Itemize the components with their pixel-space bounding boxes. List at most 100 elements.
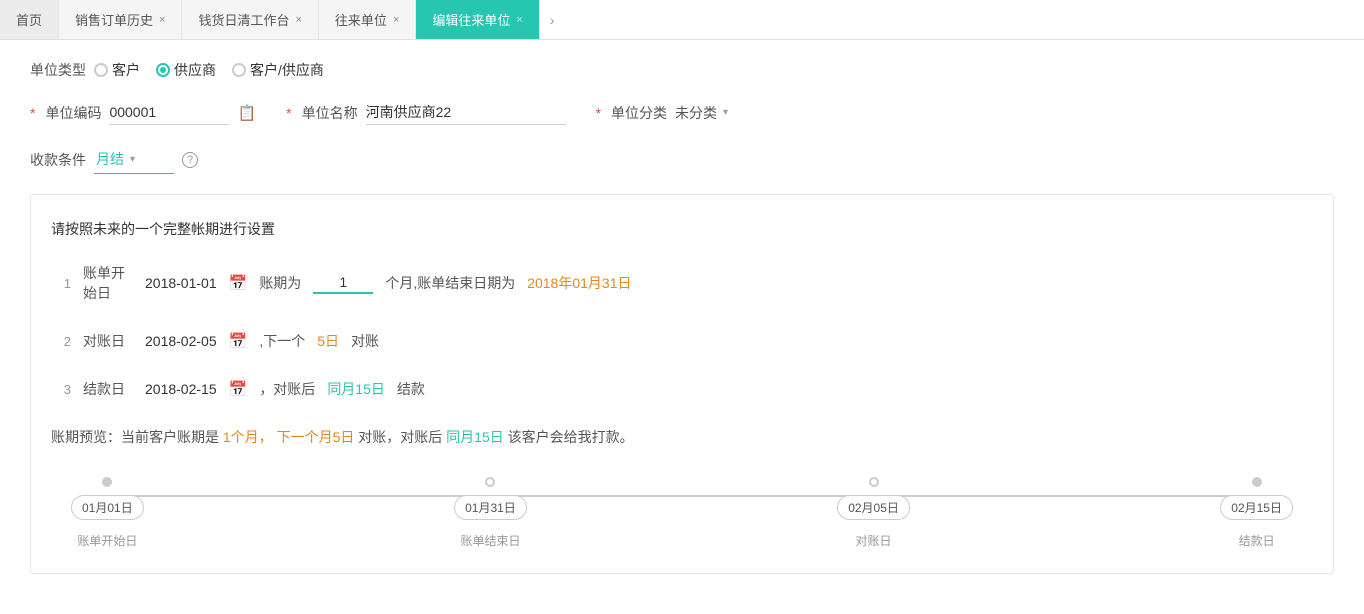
required-star-code: *: [30, 105, 35, 121]
preview-reconcile-prefix: 下一个月5日: [277, 429, 355, 445]
timeline-badge-2: 01月31日: [454, 495, 527, 520]
unit-name-label: 单位名称: [302, 103, 358, 123]
unit-classify-group: * 单位分类 未分类 ▾: [596, 103, 795, 123]
timeline-point-3: 02月05日 对账日: [837, 477, 910, 549]
main-content: 单位类型 客户 供应商 客户/供应商 * 单位编码: [0, 40, 1364, 614]
close-tab-3[interactable]: ×: [393, 14, 399, 26]
preview-mid: 对账，对账后: [358, 429, 442, 445]
timeline-dot-1: [102, 477, 112, 487]
reconcile-desc-suffix: 对账: [351, 331, 379, 351]
timeline-dot-2: [485, 477, 495, 487]
unit-classify-select[interactable]: 未分类 ▾: [675, 103, 795, 123]
required-star-name: *: [286, 105, 291, 121]
timeline-badge-1: 01月01日: [71, 495, 144, 520]
tab-edit-partner[interactable]: 编辑往来单位 ×: [416, 0, 539, 39]
unit-classify-label: 单位分类: [611, 103, 667, 123]
unit-type-label: 单位类型: [30, 60, 86, 80]
tab-partners[interactable]: 往来单位 ×: [319, 0, 416, 39]
preview-prefix: 账期预览：当前客户账期是: [51, 429, 219, 445]
reconcile-date-calendar-icon[interactable]: 📅: [229, 332, 248, 350]
unit-code-icon[interactable]: 📋: [237, 104, 256, 122]
tab-home[interactable]: 首页: [0, 0, 59, 39]
timeline-label-2: 账单结束日: [460, 532, 520, 549]
timeline-wrapper: 01月01日 账单开始日 01月31日 账单结束日 02月05日 对账日: [51, 477, 1313, 549]
period-input[interactable]: [313, 272, 373, 294]
radio-group-unit-type: 客户 供应商 客户/供应商: [94, 60, 324, 80]
timeline-label-4: 结款日: [1239, 532, 1275, 549]
timeline-label-1: 账单开始日: [77, 532, 137, 549]
timeline-point-4: 02月15日 结款日: [1220, 477, 1293, 549]
radio-customer[interactable]: 客户: [94, 60, 140, 80]
timeline-label-3: 对账日: [856, 532, 892, 549]
preview-text: 账期预览：当前客户账期是 1个月， 下一个月5日 对账，对账后 同月15日 该客…: [51, 427, 1313, 447]
radio-supplier-label: 供应商: [174, 60, 216, 80]
radio-circle-supplier: [156, 63, 170, 77]
timeline-point-1: 01月01日 账单开始日: [71, 477, 144, 549]
radio-supplier[interactable]: 供应商: [156, 60, 216, 80]
radio-customer-label: 客户: [112, 60, 140, 80]
row-type-payment: 结款日: [83, 379, 133, 399]
payment-terms-value: 月结: [96, 149, 124, 169]
radio-both[interactable]: 客户/供应商: [232, 60, 324, 80]
unit-type-row: 单位类型 客户 供应商 客户/供应商: [30, 60, 1334, 80]
row-num-3: 3: [51, 382, 71, 397]
payment-terms-row: 收款条件 月结 ▾ ?: [30, 145, 1334, 174]
tab-cash-workbench[interactable]: 钱货日清工作台 ×: [182, 0, 318, 39]
unit-code-input[interactable]: [109, 100, 229, 125]
timeline-dot-3: [869, 477, 879, 487]
radio-circle-both: [232, 63, 246, 77]
timeline-point-2: 01月31日 账单结束日: [454, 477, 527, 549]
unit-code-group: * 单位编码 📋: [30, 100, 256, 125]
reconcile-desc-prefix: ,下一个: [259, 331, 305, 351]
preview-suffix: 该客户会给我打款。: [508, 429, 634, 445]
period-end-date: 2018年01月31日: [527, 273, 631, 293]
reconcile-date-value: 2018-02-05: [145, 333, 217, 349]
period-for-label: 账期为: [259, 273, 301, 293]
start-date-value: 2018-01-01: [145, 275, 217, 291]
unit-classify-value: 未分类: [675, 103, 717, 123]
preview-payment: 同月15日: [446, 429, 504, 445]
payment-date-value: 2018-02-15: [145, 381, 217, 397]
radio-circle-customer: [94, 63, 108, 77]
unit-name-input[interactable]: [366, 100, 566, 125]
row-type-reconcile: 对账日: [83, 331, 133, 351]
unit-type-group: 单位类型 客户 供应商 客户/供应商: [30, 60, 324, 80]
reconcile-desc-highlight: 5日: [317, 331, 339, 351]
radio-both-label: 客户/供应商: [250, 60, 324, 80]
payment-desc-highlight: 同月15日: [327, 379, 385, 399]
question-icon[interactable]: ?: [182, 152, 198, 168]
close-tab-2[interactable]: ×: [295, 14, 301, 26]
payment-terms-select[interactable]: 月结 ▾: [94, 145, 174, 174]
tab-scroll-right[interactable]: ›: [540, 0, 565, 39]
settings-card: 请按照未来的一个完整帐期进行设置 1 账单开始日 2018-01-01 📅 账期…: [30, 194, 1334, 574]
payment-desc-suffix: 结款: [397, 379, 425, 399]
tab-sales-history[interactable]: 销售订单历史 ×: [59, 0, 182, 39]
timeline-badge-3: 02月05日: [837, 495, 910, 520]
payment-date-calendar-icon[interactable]: 📅: [229, 380, 248, 398]
payment-terms-group: 收款条件 月结 ▾ ?: [30, 145, 198, 174]
setting-row-1: 1 账单开始日 2018-01-01 📅 账期为 个月,账单结束日期为 2018…: [51, 263, 1313, 303]
row-type-start: 账单开始日: [83, 263, 133, 303]
tab-bar: 首页 销售订单历史 × 钱货日清工作台 × 往来单位 × 编辑往来单位 × ›: [0, 0, 1364, 40]
timeline-dots: 01月01日 账单开始日 01月31日 账单结束日 02月05日 对账日: [71, 477, 1293, 549]
chevron-down-icon: ▾: [723, 107, 728, 118]
timeline-badge-4: 02月15日: [1220, 495, 1293, 520]
payment-desc-prefix: ，对账后: [259, 379, 315, 399]
unit-info-row: * 单位编码 📋 * 单位名称 * 单位分类 未分类 ▾: [30, 100, 1334, 125]
close-tab-4[interactable]: ×: [516, 14, 522, 26]
timeline-dot-4: [1252, 477, 1262, 487]
payment-terms-chevron: ▾: [130, 154, 135, 165]
card-instruction: 请按照未来的一个完整帐期进行设置: [51, 219, 1313, 239]
period-unit-label: 个月,账单结束日期为: [385, 273, 515, 293]
start-date-calendar-icon[interactable]: 📅: [229, 274, 248, 292]
row-num-1: 1: [51, 276, 71, 291]
unit-name-group: * 单位名称: [286, 100, 565, 125]
setting-row-2: 2 对账日 2018-02-05 📅 ,下一个 5日 对账: [51, 331, 1313, 351]
close-tab-1[interactable]: ×: [159, 14, 165, 26]
unit-code-label: 单位编码: [45, 103, 101, 123]
required-star-classify: *: [596, 105, 601, 121]
preview-month: 1个月，: [223, 429, 273, 445]
row-num-2: 2: [51, 334, 71, 349]
payment-terms-label: 收款条件: [30, 150, 86, 170]
setting-row-3: 3 结款日 2018-02-15 📅 ，对账后 同月15日 结款: [51, 379, 1313, 399]
